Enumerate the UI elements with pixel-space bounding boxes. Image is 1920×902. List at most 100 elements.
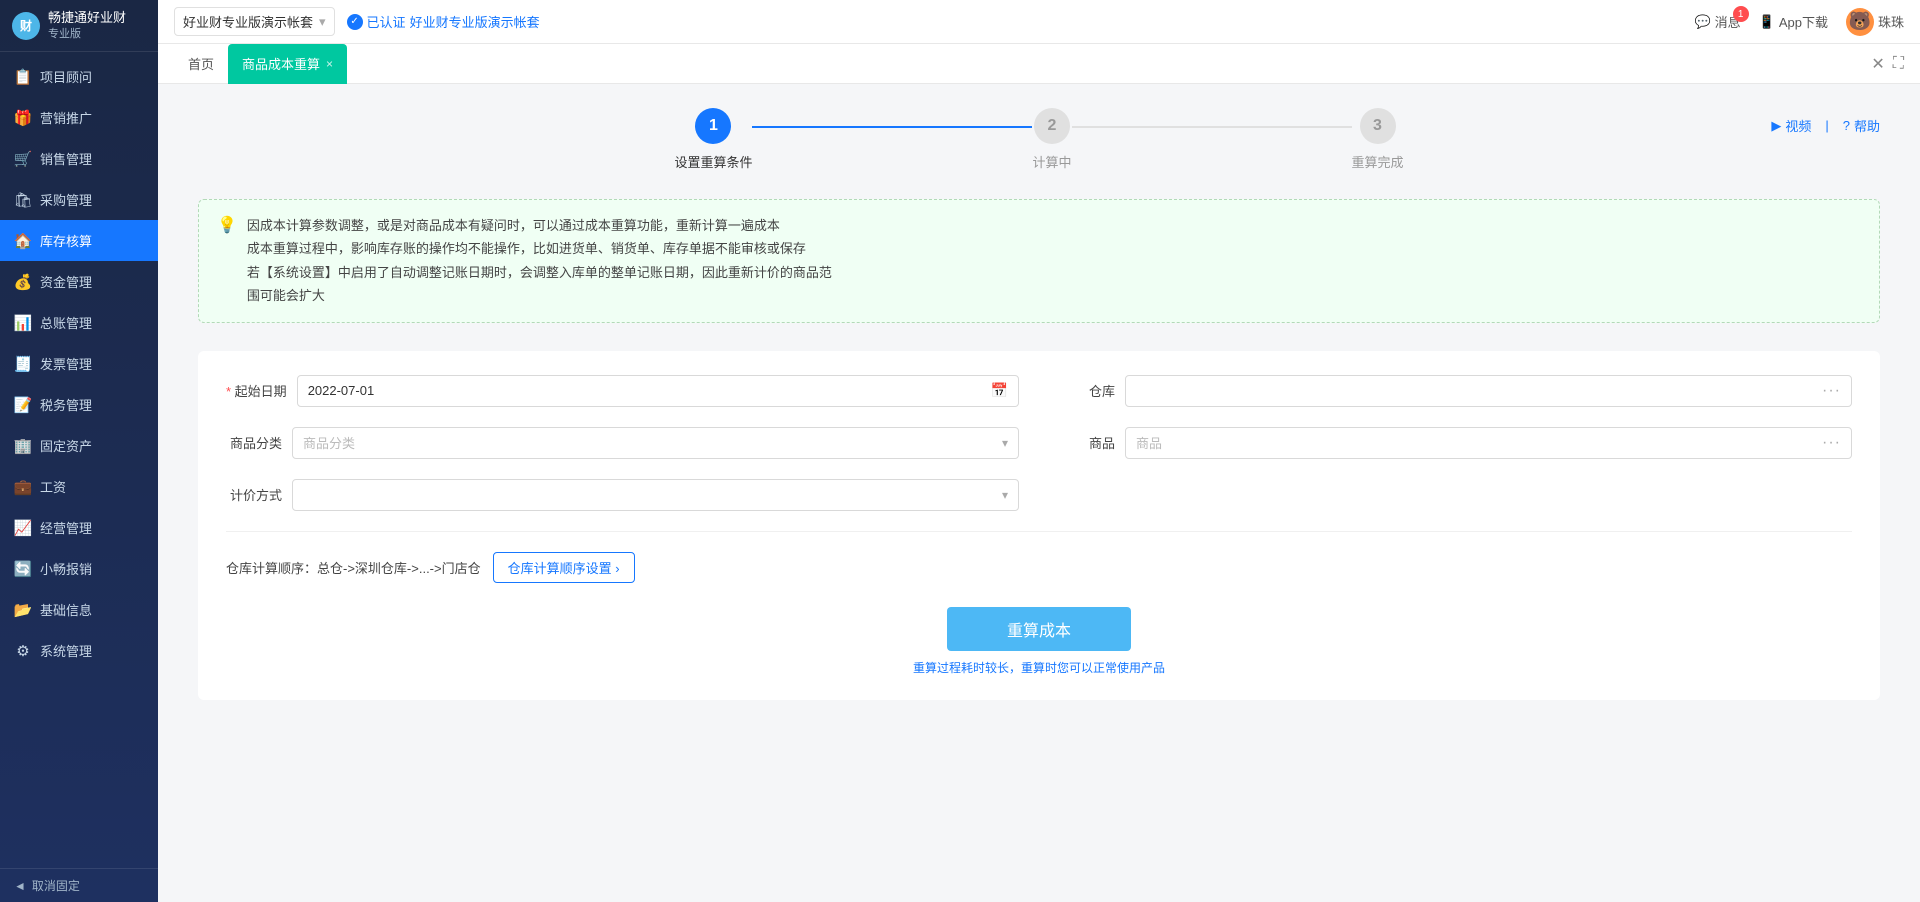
expand-icon[interactable]: ⛶ (1893, 55, 1904, 73)
sidebar-item-system[interactable]: ⚙ 系统管理 (0, 630, 158, 671)
pricing-select[interactable]: ▾ (292, 479, 1019, 511)
account-selector[interactable]: 好业财专业版演示帐套 ▾ (174, 7, 335, 36)
notice-line2: 成本重算过程中，影响库存账的操作均不能操作，比如进货单、销货单、库存单据不能审核… (247, 237, 832, 260)
sidebar-item-invoice[interactable]: 🧾 发票管理 (0, 343, 158, 384)
logo-icon: 财 (12, 12, 40, 40)
notice-line1: 因成本计算参数调整，或是对商品成本有疑问时，可以通过成本重算功能，重新计算一遍成… (247, 214, 832, 237)
category-field: 商品分类 商品分类 ▾ (226, 427, 1019, 459)
video-label: 视频 (1785, 116, 1811, 135)
sidebar-item-label: 营销推广 (40, 108, 92, 127)
submit-area: 重算成本 重算过程耗时较长，重算时您可以正常使用产品 (226, 607, 1852, 676)
help-button[interactable]: ? 帮助 (1843, 116, 1880, 135)
logo-text: 畅捷通好业财 专业版 (48, 10, 126, 41)
start-date-input[interactable]: 2022-07-01 📅 (297, 375, 1019, 407)
sidebar-bottom-label: 取消固定 (32, 877, 80, 894)
unpin-icon: ◄ (14, 879, 26, 893)
notice-line4: 围可能会扩大 (247, 284, 832, 307)
sidebar-item-purchase[interactable]: 🛍 采购管理 (0, 179, 158, 220)
sidebar-item-label: 工资 (40, 477, 66, 496)
step-1: 1 设置重算条件 (674, 108, 752, 171)
page-content: 1 设置重算条件 2 计算中 3 重算完成 ▶ 视频 (158, 84, 1920, 902)
video-help-button[interactable]: ▶ 视频 (1771, 116, 1811, 135)
question-icon: ? (1843, 118, 1850, 133)
tabbar-actions: ✕ ⛶ (1871, 54, 1904, 74)
sales-icon: 🛒 (14, 150, 32, 168)
app-download-button[interactable]: 📱 App下载 (1759, 12, 1828, 31)
salary-icon: 💼 (14, 478, 32, 496)
step-3: 3 重算完成 (1352, 108, 1404, 171)
start-date-value: 2022-07-01 (308, 383, 375, 398)
sidebar-item-operation[interactable]: 📈 经营管理 (0, 507, 158, 548)
product-more-icon: ··· (1822, 434, 1841, 452)
verified-account: 好业财专业版演示帐套 (410, 12, 540, 31)
purchase-icon: 🛍 (14, 191, 32, 209)
sidebar-unpin[interactable]: ◄ 取消固定 (0, 868, 158, 902)
finance-icon: 💰 (14, 273, 32, 291)
notice-content: 因成本计算参数调整，或是对商品成本有疑问时，可以通过成本重算功能，重新计算一遍成… (247, 214, 832, 308)
sidebar-item-label: 基础信息 (40, 600, 92, 619)
sidebar-item-label: 资金管理 (40, 272, 92, 291)
form-section: 起始日期 2022-07-01 📅 仓库 ··· 商品分类 (198, 351, 1880, 700)
product-input[interactable]: 商品 ··· (1125, 427, 1852, 459)
steps-help: ▶ 视频 | ? 帮助 (1771, 116, 1880, 135)
close-window-icon[interactable]: ✕ (1871, 54, 1884, 74)
tab-close-icon[interactable]: × (326, 57, 333, 71)
warehouse-input[interactable]: ··· (1125, 375, 1852, 407)
sidebar-item-salary[interactable]: 💼 工资 (0, 466, 158, 507)
calendar-icon: 📅 (991, 382, 1008, 399)
step-2-label: 计算中 (1032, 152, 1071, 171)
chevron-icon: ▾ (1002, 436, 1008, 450)
sidebar-item-inventory[interactable]: 🏠 库存核算 (0, 220, 158, 261)
sidebar-item-label: 系统管理 (40, 641, 92, 660)
sidebar-item-project[interactable]: 📋 项目顾问 (0, 56, 158, 97)
step-3-circle: 3 (1360, 108, 1396, 144)
sidebar-nav: 📋 项目顾问 🎁 营销推广 🛒 销售管理 🛍 采购管理 🏠 库存核算 💰 资金管… (0, 52, 158, 868)
project-icon: 📋 (14, 68, 32, 86)
user-name: 珠珠 (1878, 12, 1904, 31)
warehouse-order-settings-button[interactable]: 仓库计算顺序设置 › (493, 552, 635, 583)
sidebar-item-sales[interactable]: 🛒 销售管理 (0, 138, 158, 179)
account-name: 好业财专业版演示帐套 (183, 12, 313, 31)
sidebar-item-label: 销售管理 (40, 149, 92, 168)
step-2-circle: 2 (1034, 108, 1070, 144)
form-row-2: 商品分类 商品分类 ▾ 商品 商品 ··· (226, 427, 1852, 459)
sidebar-item-asset[interactable]: 🏢 固定资产 (0, 425, 158, 466)
sidebar-item-basic[interactable]: 📂 基础信息 (0, 589, 158, 630)
tab-home[interactable]: 首页 (174, 44, 228, 84)
messages-button[interactable]: 💬 消息 1 (1694, 12, 1740, 31)
tab-cost-recalc[interactable]: 商品成本重算 × (228, 44, 347, 84)
accounting-icon: 📊 (14, 314, 32, 332)
category-label: 商品分类 (226, 433, 282, 452)
sidebar-item-label: 总账管理 (40, 313, 92, 332)
sidebar-item-finance[interactable]: 💰 资金管理 (0, 261, 158, 302)
sidebar-item-label: 库存核算 (40, 231, 92, 250)
tabbar: 首页 商品成本重算 × ✕ ⛶ (158, 44, 1920, 84)
operation-icon: 📈 (14, 519, 32, 537)
warehouse-label: 仓库 (1059, 381, 1115, 400)
sidebar-item-label: 采购管理 (40, 190, 92, 209)
sidebar-logo: 财 畅捷通好业财 专业版 (0, 0, 158, 52)
form-divider (226, 531, 1852, 532)
notice-line3: 若【系统设置】中启用了自动调整记账日期时，会调整入库单的整单记账日期，因此重新计… (247, 261, 832, 284)
basic-icon: 📂 (14, 601, 32, 619)
sidebar-item-tax[interactable]: 📝 税务管理 (0, 384, 158, 425)
warehouse-order-row: 仓库计算顺序：总仓->深圳仓库->...->门店仓 仓库计算顺序设置 › (226, 552, 1852, 583)
pricing-field: 计价方式 ▾ (226, 479, 1019, 511)
product-label: 商品 (1059, 433, 1115, 452)
category-select[interactable]: 商品分类 ▾ (292, 427, 1019, 459)
pricing-label: 计价方式 (226, 485, 282, 504)
invoice-icon: 🧾 (14, 355, 32, 373)
sidebar-item-accounting[interactable]: 📊 总账管理 (0, 302, 158, 343)
user-profile[interactable]: 🐻 珠珠 (1846, 8, 1904, 36)
phone-icon: 📱 (1759, 14, 1775, 30)
verified-badge-area: ✓ 已认证 好业财专业版演示帐套 (347, 12, 540, 31)
tax-icon: 📝 (14, 396, 32, 414)
sidebar-item-expense[interactable]: 🔄 小畅报销 (0, 548, 158, 589)
marketing-icon: 🎁 (14, 109, 32, 127)
message-icon: 💬 (1694, 14, 1710, 30)
play-icon: ▶ (1771, 118, 1781, 134)
sidebar-item-label: 固定资产 (40, 436, 92, 455)
sidebar-item-label: 经营管理 (40, 518, 92, 537)
submit-button[interactable]: 重算成本 (947, 607, 1131, 651)
sidebar-item-marketing[interactable]: 🎁 营销推广 (0, 97, 158, 138)
